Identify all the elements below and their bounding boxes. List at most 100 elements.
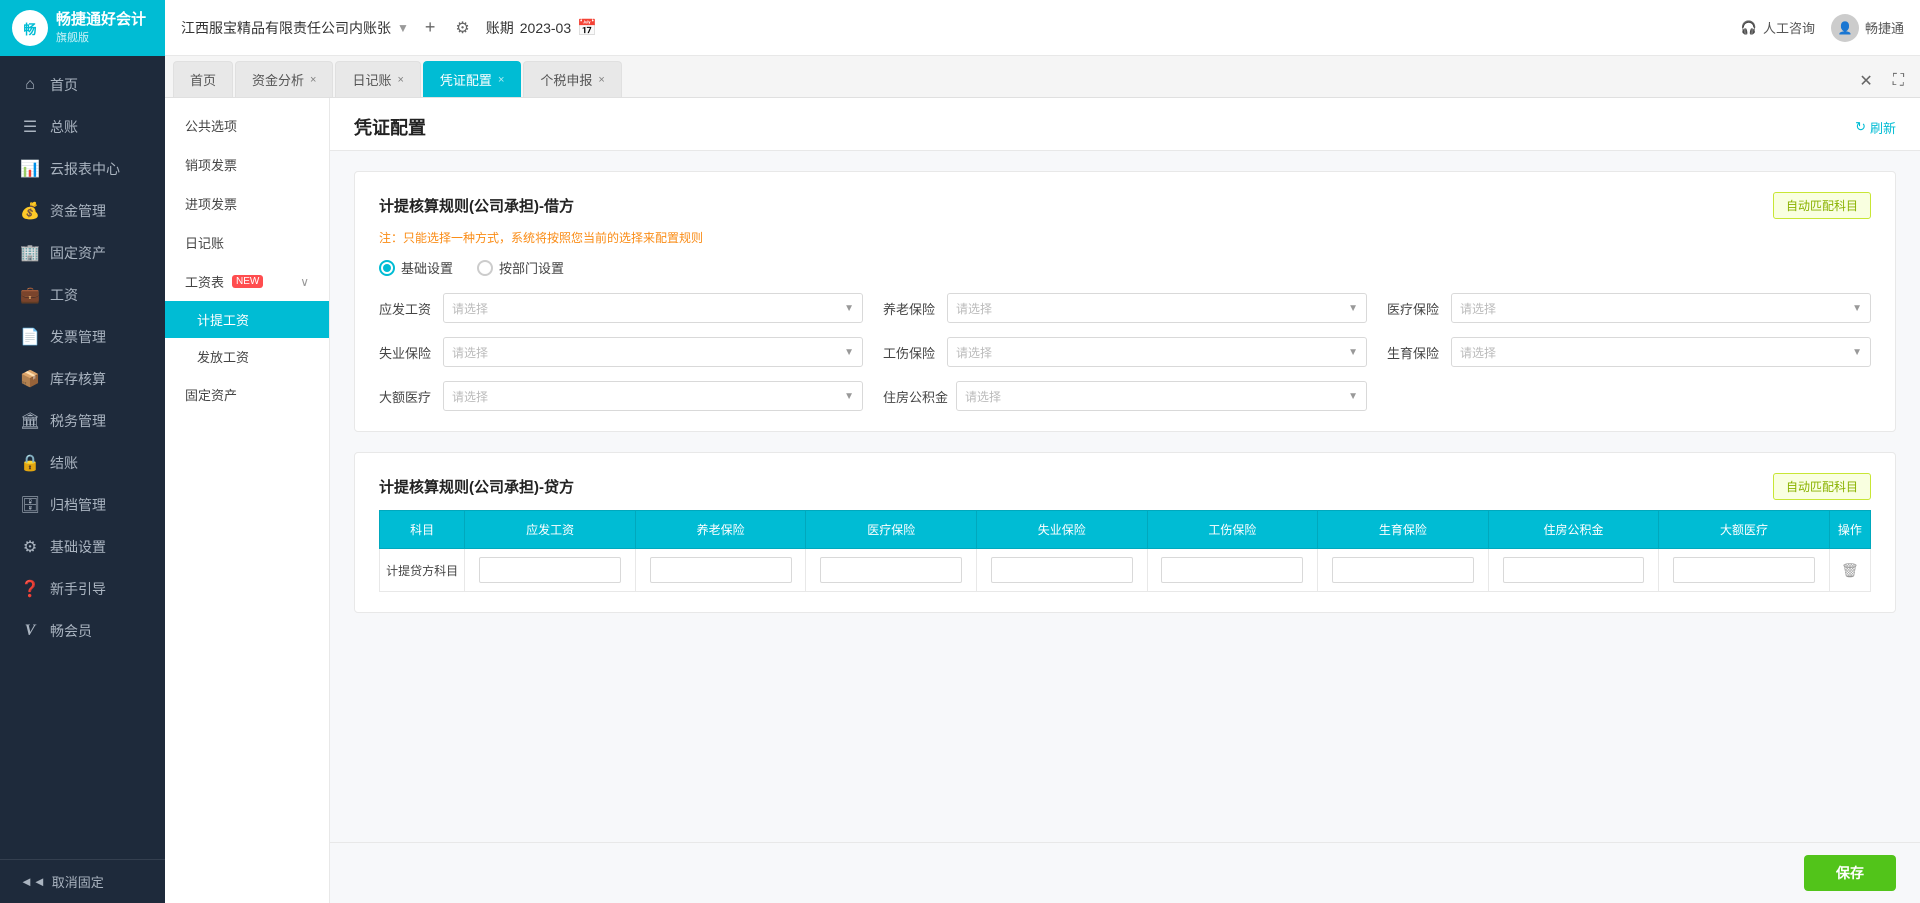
select-应发工资-arrow: ▼ xyxy=(844,303,854,314)
tab-journal[interactable]: 日记账 × xyxy=(335,61,420,97)
save-button[interactable]: 保存 xyxy=(1804,855,1896,891)
page-header: 凭证配置 ↻ 刷新 xyxy=(330,98,1920,151)
td-失业保险-input[interactable] xyxy=(976,549,1147,592)
td-生育保险-input[interactable] xyxy=(1318,549,1489,592)
close-period-icon: 🔒 xyxy=(20,453,40,473)
tab-voucher-close[interactable]: × xyxy=(498,74,504,86)
delete-row-icon[interactable]: 🗑 xyxy=(1841,562,1859,578)
inventory-icon: 📦 xyxy=(20,369,40,389)
ledger-icon: ☰ xyxy=(20,117,40,137)
credit-table-body: 计提贷方科目 🗑 xyxy=(380,549,1871,592)
pin-icon: ◄◄ xyxy=(20,874,46,889)
tab-fund-close[interactable]: × xyxy=(310,74,316,86)
sidebar-item-label: 首页 xyxy=(50,75,78,95)
sidebar-item-fixed-asset[interactable]: 🏢 固定资产 xyxy=(0,232,165,274)
td-row-label: 计提贷方科目 xyxy=(380,549,465,592)
th-应发工资: 应发工资 xyxy=(465,511,636,549)
maximize-button[interactable]: ⛶ xyxy=(1887,66,1910,96)
credit-auto-match-button[interactable]: 自动匹配科目 xyxy=(1773,473,1871,500)
input-大额医疗[interactable] xyxy=(1673,557,1815,583)
sales-label: 销项发票 xyxy=(185,155,237,174)
td-工伤保险-input[interactable] xyxy=(1147,549,1318,592)
left-menu-salary-table[interactable]: 工资表 NEW ∨ xyxy=(165,262,329,301)
left-menu-sales[interactable]: 销项发票 xyxy=(165,145,329,184)
left-menu-calc-salary[interactable]: 计提工资 xyxy=(165,301,329,338)
td-医疗保险-input[interactable] xyxy=(806,549,977,592)
sidebar-item-member[interactable]: V 畅会员 xyxy=(0,610,165,652)
td-大额医疗-input[interactable] xyxy=(1659,549,1830,592)
select-生育保险-placeholder: 请选择 xyxy=(1460,344,1496,361)
sidebar-item-archive[interactable]: 🗄 归档管理 xyxy=(0,484,165,526)
input-生育保险[interactable] xyxy=(1332,557,1474,583)
cancel-pin-button[interactable]: ◄◄ 取消固定 xyxy=(0,859,165,903)
radio-dept[interactable]: 按部门设置 xyxy=(477,258,564,277)
select-住房公积金[interactable]: 请选择 ▼ xyxy=(956,381,1367,411)
pay-salary-label: 发放工资 xyxy=(197,350,249,365)
sidebar-item-tax[interactable]: 🏛 税务管理 xyxy=(0,400,165,442)
sidebar-item-fund[interactable]: 💰 资金管理 xyxy=(0,190,165,232)
refresh-button[interactable]: ↻ 刷新 xyxy=(1855,118,1896,137)
td-养老保险-input[interactable] xyxy=(635,549,806,592)
select-失业保险[interactable]: 请选择 ▼ xyxy=(443,337,863,367)
sidebar-item-guide[interactable]: ❓ 新手引导 xyxy=(0,568,165,610)
sidebar-item-report[interactable]: 📊 云报表中心 xyxy=(0,148,165,190)
radio-basic[interactable]: 基础设置 xyxy=(379,258,453,277)
field-应发工资: 应发工资 请选择 ▼ xyxy=(379,293,863,323)
tab-actions: ✕ ⛶ xyxy=(1853,65,1920,97)
settings-button[interactable]: ⚙ xyxy=(451,14,473,42)
logo-icon: 畅 xyxy=(12,10,48,46)
tab-fund[interactable]: 资金分析 × xyxy=(235,61,333,97)
left-menu-journal[interactable]: 日记账 xyxy=(165,223,329,262)
tab-tax-label: 个税申报 xyxy=(540,70,592,89)
input-住房公积金[interactable] xyxy=(1503,557,1645,583)
input-医疗保险[interactable] xyxy=(820,557,962,583)
input-失业保险[interactable] xyxy=(991,557,1133,583)
tab-home[interactable]: 首页 xyxy=(173,61,233,97)
sidebar-item-invoice[interactable]: 📄 发票管理 xyxy=(0,316,165,358)
tab-tax-close[interactable]: × xyxy=(598,74,604,86)
salary-icon: 💼 xyxy=(20,285,40,305)
sidebar-item-label: 库存核算 xyxy=(50,369,106,389)
select-养老保险[interactable]: 请选择 ▼ xyxy=(947,293,1367,323)
field-医疗保险: 医疗保险 请选择 ▼ xyxy=(1387,293,1871,323)
sidebar-item-salary[interactable]: 💼 工资 xyxy=(0,274,165,316)
tab-tax[interactable]: 个税申报 × xyxy=(523,61,621,97)
add-tab-button[interactable]: + xyxy=(421,13,440,42)
left-menu-fixed-asset[interactable]: 固定资产 xyxy=(165,375,329,414)
sidebar-item-label: 固定资产 xyxy=(50,243,106,263)
left-menu-pay-salary[interactable]: 发放工资 xyxy=(165,338,329,375)
purchase-label: 进项发票 xyxy=(185,194,237,213)
select-大额医疗[interactable]: 请选择 ▼ xyxy=(443,381,863,411)
user-label: 畅捷通 xyxy=(1865,18,1904,37)
sidebar-item-close[interactable]: 🔒 结账 xyxy=(0,442,165,484)
th-医疗保险: 医疗保险 xyxy=(806,511,977,549)
td-住房公积金-input[interactable] xyxy=(1488,549,1659,592)
select-医疗保险-placeholder: 请选择 xyxy=(1460,300,1496,317)
sidebar-item-settings[interactable]: ⚙ 基础设置 xyxy=(0,526,165,568)
left-panel: 公共选项 销项发票 进项发票 日记账 工资表 NEW ∨ 计提工资 xyxy=(165,98,330,903)
calendar-icon[interactable]: 📅 xyxy=(577,18,597,38)
td-delete[interactable]: 🗑 xyxy=(1829,549,1870,592)
close-tab-button[interactable]: ✕ xyxy=(1853,65,1878,97)
input-工伤保险[interactable] xyxy=(1161,557,1303,583)
left-menu-purchase[interactable]: 进项发票 xyxy=(165,184,329,223)
tab-voucher[interactable]: 凭证配置 × xyxy=(423,61,521,97)
user-menu[interactable]: 👤 畅捷通 xyxy=(1831,14,1904,42)
left-menu-public[interactable]: 公共选项 xyxy=(165,106,329,145)
sidebar-item-ledger[interactable]: ☰ 总账 xyxy=(0,106,165,148)
sidebar-item-home[interactable]: ⌂ 首页 xyxy=(0,64,165,106)
debit-auto-match-button[interactable]: 自动匹配科目 xyxy=(1773,192,1871,219)
company-selector[interactable]: 江西服宝精品有限责任公司内账张 ▼ xyxy=(181,18,409,38)
td-应发工资-input[interactable] xyxy=(465,549,636,592)
input-养老保险[interactable] xyxy=(650,557,792,583)
select-医疗保险[interactable]: 请选择 ▼ xyxy=(1451,293,1871,323)
input-应发工资[interactable] xyxy=(479,557,621,583)
tab-journal-close[interactable]: × xyxy=(397,74,403,86)
select-工伤保险[interactable]: 请选择 ▼ xyxy=(947,337,1367,367)
service-button[interactable]: 🎧 人工咨询 xyxy=(1741,18,1815,37)
select-应发工资[interactable]: 请选择 ▼ xyxy=(443,293,863,323)
expand-icon: ∨ xyxy=(300,275,309,289)
sidebar-item-inventory[interactable]: 📦 库存核算 xyxy=(0,358,165,400)
tab-fund-label: 资金分析 xyxy=(252,70,304,89)
select-生育保险[interactable]: 请选择 ▼ xyxy=(1451,337,1871,367)
